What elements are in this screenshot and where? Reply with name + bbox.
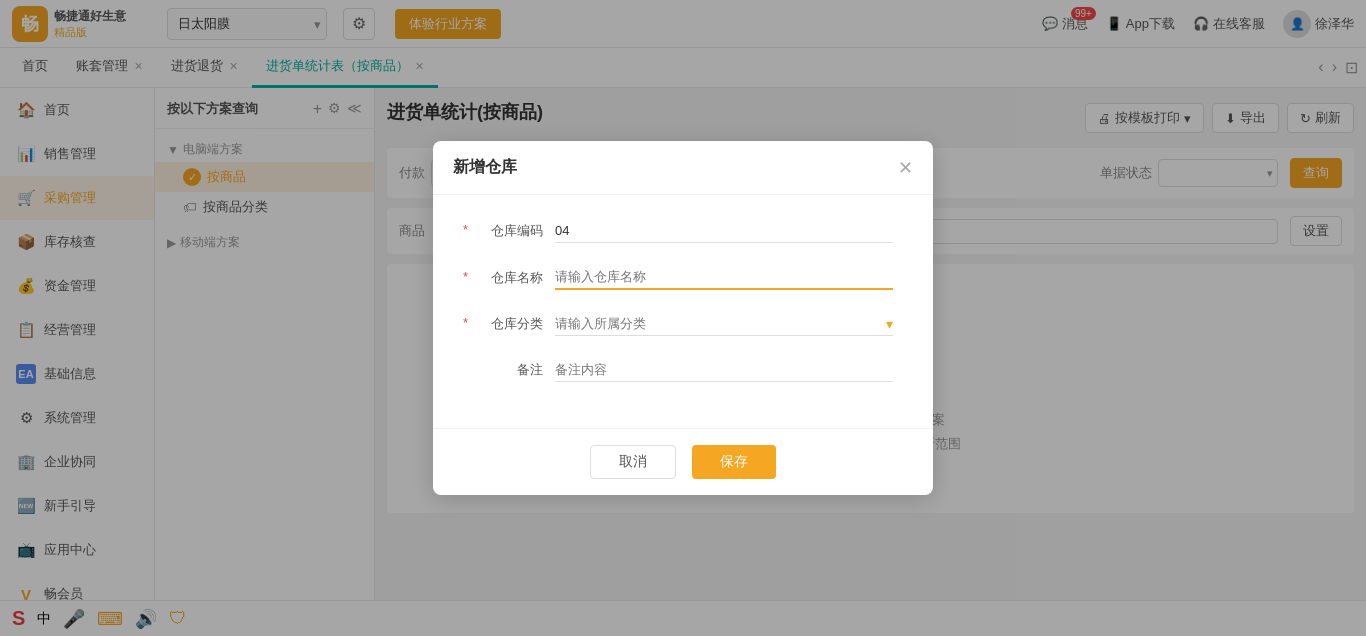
dialog-body: 仓库编码 仓库名称 仓库分类 ▾ 备注 bbox=[433, 195, 933, 428]
category-select-wrap: ▾ bbox=[555, 312, 893, 336]
dialog-overlay[interactable]: 新增仓库 ✕ 仓库编码 仓库名称 仓库分类 ▾ bbox=[0, 0, 1366, 636]
form-row-remark: 备注 bbox=[473, 358, 893, 382]
form-row-name: 仓库名称 bbox=[473, 265, 893, 290]
form-row-category: 仓库分类 ▾ bbox=[473, 312, 893, 336]
form-row-code: 仓库编码 bbox=[473, 219, 893, 243]
remark-label: 备注 bbox=[473, 361, 543, 379]
name-label: 仓库名称 bbox=[473, 269, 543, 287]
save-button[interactable]: 保存 bbox=[692, 445, 776, 479]
dialog: 新增仓库 ✕ 仓库编码 仓库名称 仓库分类 ▾ bbox=[433, 141, 933, 495]
code-input[interactable] bbox=[555, 219, 893, 243]
dialog-close-icon[interactable]: ✕ bbox=[898, 159, 913, 177]
dialog-header: 新增仓库 ✕ bbox=[433, 141, 933, 195]
cancel-button[interactable]: 取消 bbox=[590, 445, 676, 479]
category-arrow-icon: ▾ bbox=[886, 316, 893, 332]
dialog-title: 新增仓库 bbox=[453, 157, 517, 178]
category-input[interactable] bbox=[555, 312, 893, 335]
name-input[interactable] bbox=[555, 265, 893, 290]
category-label: 仓库分类 bbox=[473, 315, 543, 333]
remark-input[interactable] bbox=[555, 358, 893, 382]
code-label: 仓库编码 bbox=[473, 222, 543, 240]
dialog-footer: 取消 保存 bbox=[433, 428, 933, 495]
